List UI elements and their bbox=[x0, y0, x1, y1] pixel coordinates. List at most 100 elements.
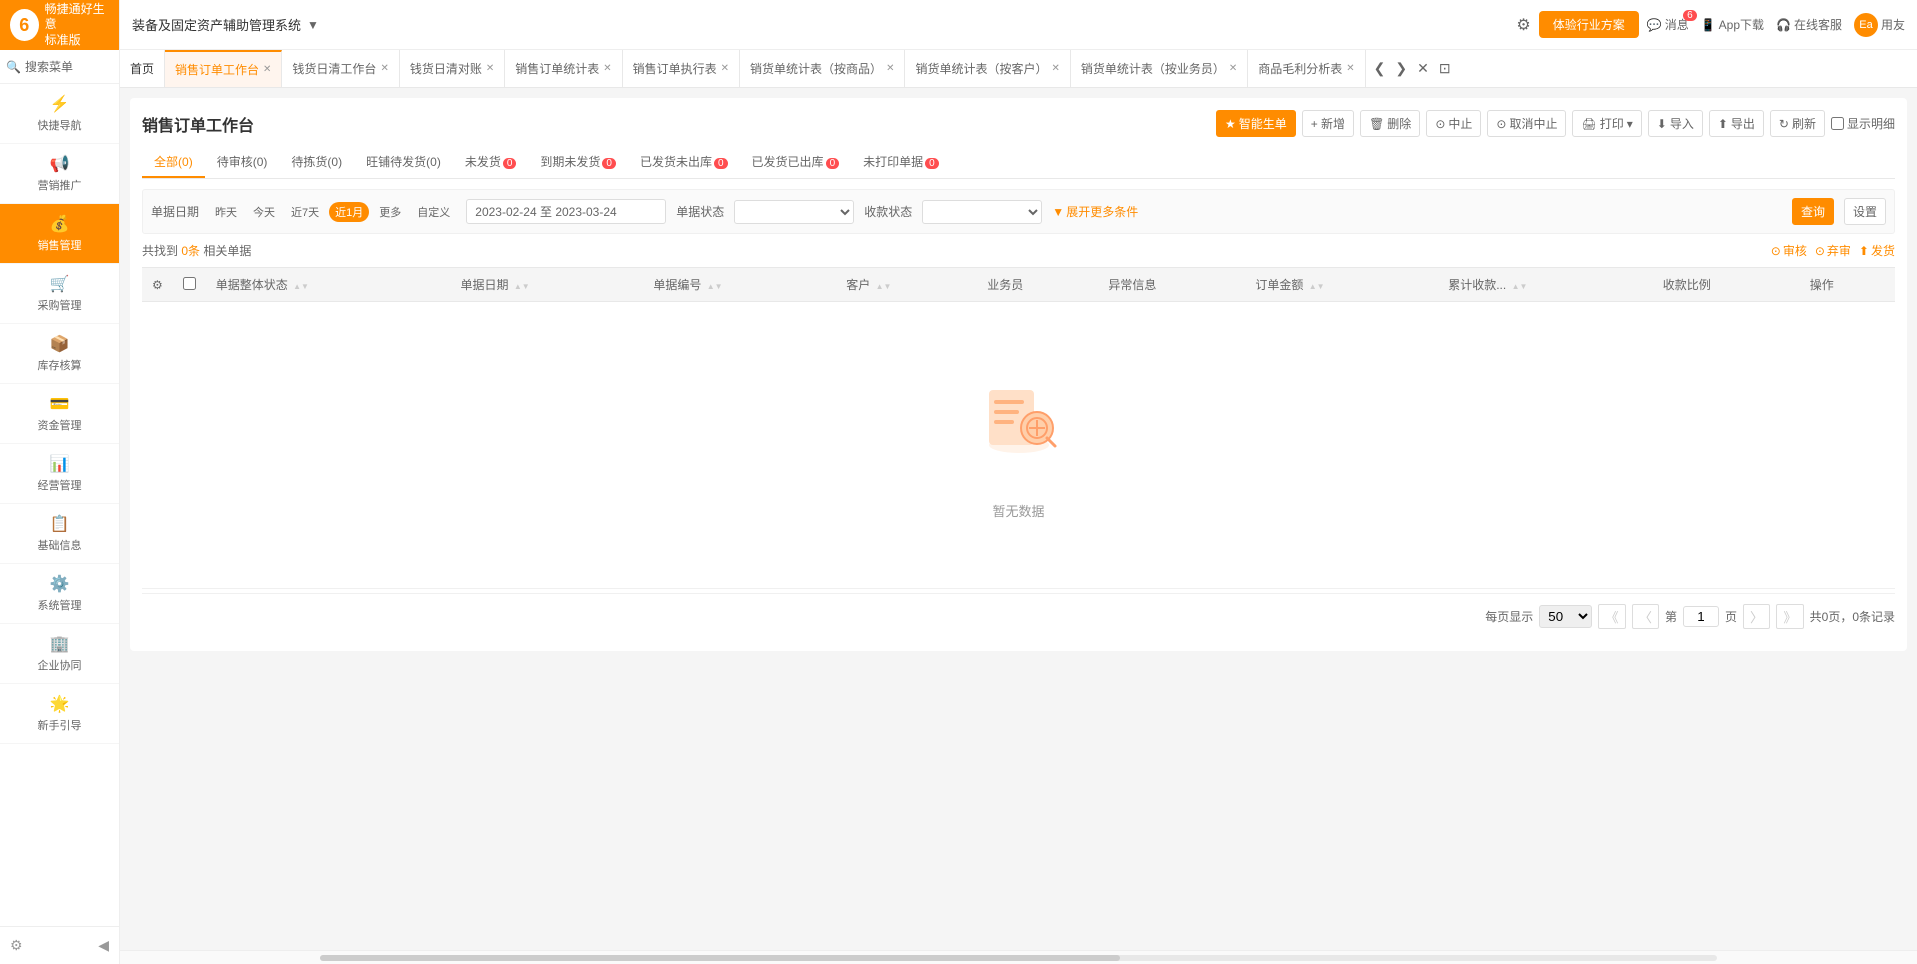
scroll-thumb[interactable] bbox=[320, 955, 1120, 961]
last-page-btn[interactable]: 》 bbox=[1776, 604, 1803, 629]
settings-icon[interactable]: ⚙ bbox=[10, 937, 23, 954]
filter-tab-not-printed[interactable]: 未打印单据0 bbox=[851, 147, 951, 178]
tab-close-cash-reconcile[interactable]: ✕ bbox=[486, 63, 494, 74]
scroll-track bbox=[320, 955, 1717, 961]
sidebar-item-finance[interactable]: 💳 资金管理 bbox=[0, 384, 119, 444]
tab-product-margin[interactable]: 商品毛利分析表 ✕ bbox=[1248, 50, 1365, 88]
sidebar-item-sales[interactable]: 💰 销售管理 bbox=[0, 204, 119, 264]
prev-page-btn[interactable]: 〈 bbox=[1632, 604, 1659, 629]
tab-sales-order-workspace[interactable]: 销售订单工作台 ✕ bbox=[165, 50, 282, 88]
th-date[interactable]: 单据日期 ▲▼ bbox=[451, 268, 644, 302]
sidebar-item-basic-info[interactable]: 📋 基础信息 bbox=[0, 504, 119, 564]
sidebar-item-purchase[interactable]: 🛒 采购管理 bbox=[0, 264, 119, 324]
date-btn-7days[interactable]: 近7天 bbox=[285, 202, 325, 222]
first-page-btn[interactable]: 《 bbox=[1598, 604, 1625, 629]
tab-close-sales-summary-product[interactable]: ✕ bbox=[886, 63, 894, 74]
query-btn[interactable]: 查询 bbox=[1792, 198, 1834, 225]
payment-filter-select[interactable] bbox=[922, 200, 1042, 224]
tab-sales-summary-customer[interactable]: 销货单统计表（按客户） ✕ bbox=[905, 50, 1070, 88]
th-checkbox[interactable] bbox=[173, 268, 206, 302]
batch-ship-btn[interactable]: ⬆ 发货 bbox=[1859, 242, 1895, 259]
th-collected[interactable]: 累计收款... ▲▼ bbox=[1438, 268, 1652, 302]
tab-close-product-margin[interactable]: ✕ bbox=[1346, 63, 1354, 74]
tab-overflow-next[interactable]: ❯ bbox=[1391, 58, 1411, 79]
tab-overflow-prev[interactable]: ❮ bbox=[1370, 58, 1390, 79]
message-btn[interactable]: 💬 6 消息 bbox=[1647, 16, 1689, 33]
tab-overflow-close[interactable]: ✕ bbox=[1413, 58, 1433, 79]
tab-close-sales-order[interactable]: ✕ bbox=[263, 64, 271, 75]
per-page-select[interactable]: 50 20 100 bbox=[1539, 605, 1592, 628]
pause-btn[interactable]: ⊙ 中止 bbox=[1426, 110, 1481, 137]
batch-review-btn[interactable]: ⊙ 审核 bbox=[1771, 242, 1807, 259]
tab-close-sales-summary-staff[interactable]: ✕ bbox=[1229, 63, 1237, 74]
sidebar-item-inventory[interactable]: 📦 库存核算 bbox=[0, 324, 119, 384]
date-btn-today[interactable]: 今天 bbox=[247, 202, 281, 222]
expand-conditions-btn[interactable]: ▼ 展开更多条件 bbox=[1052, 203, 1138, 220]
th-amount[interactable]: 订单金额 ▲▼ bbox=[1245, 268, 1438, 302]
sidebar-item-operations[interactable]: 📊 经营管理 bbox=[0, 444, 119, 504]
tab-sales-exec[interactable]: 销售订单执行表 ✕ bbox=[623, 50, 740, 88]
sidebar-item-quick-nav[interactable]: ⚡ 快捷导航 bbox=[0, 84, 119, 144]
sort-icon-collected: ▲▼ bbox=[1512, 282, 1528, 291]
app-download-btn[interactable]: 📱 App下载 bbox=[1701, 16, 1764, 33]
tab-sales-stats[interactable]: 销售订单统计表 ✕ bbox=[505, 50, 622, 88]
cancel-pause-btn[interactable]: ⊙ 取消中止 bbox=[1487, 110, 1566, 137]
bottom-scrollbar[interactable] bbox=[120, 950, 1917, 964]
sidebar-item-enterprise[interactable]: 🏢 企业协同 bbox=[0, 624, 119, 684]
add-btn[interactable]: + 新增 bbox=[1302, 110, 1354, 137]
filter-settings-btn[interactable]: 设置 bbox=[1844, 198, 1886, 225]
th-status[interactable]: 单据整体状态 ▲▼ bbox=[206, 268, 451, 302]
tab-close-sales-summary-customer[interactable]: ✕ bbox=[1051, 63, 1059, 74]
tab-sales-summary-staff[interactable]: 销货单统计表（按业务员） ✕ bbox=[1071, 50, 1248, 88]
sidebar-item-guide[interactable]: 🌟 新手引导 bbox=[0, 684, 119, 744]
tab-home[interactable]: 首页 bbox=[120, 50, 165, 88]
filter-tab-unshipped[interactable]: 未发货0 bbox=[453, 147, 529, 178]
page-number-input[interactable] bbox=[1683, 606, 1719, 627]
filter-tab-shipped-not-out[interactable]: 已发货未出库0 bbox=[628, 147, 740, 178]
th-setting[interactable]: ⚙ bbox=[142, 268, 173, 302]
th-number[interactable]: 单据编号 ▲▼ bbox=[643, 268, 836, 302]
system-dropdown[interactable]: ▼ bbox=[307, 18, 319, 32]
next-page-btn[interactable]: 〉 bbox=[1743, 604, 1770, 629]
import-btn[interactable]: ⬇ 导入 bbox=[1648, 110, 1703, 137]
date-btn-custom[interactable]: 自定义 bbox=[411, 202, 456, 222]
topbar: 装备及固定资产辅助管理系统 ▼ ⚙ 体验行业方案 💬 6 消息 📱 App下载 … bbox=[120, 0, 1917, 50]
filter-tab-all[interactable]: 全部(0) bbox=[142, 147, 205, 178]
filter-tab-pending-inspect[interactable]: 待拣货(0) bbox=[279, 147, 354, 178]
sidebar: 6 畅捷通好生意 标准版 🔍 搜索菜单 ⚡ 快捷导航 📢 营销推广 💰 销售管理… bbox=[0, 0, 120, 964]
sidebar-search[interactable]: 🔍 搜索菜单 bbox=[0, 50, 119, 84]
topbar-gear-icon[interactable]: ⚙ bbox=[1516, 15, 1530, 35]
tab-close-cash-daily[interactable]: ✕ bbox=[380, 63, 388, 74]
service-btn[interactable]: 🎧 在线客服 bbox=[1776, 16, 1842, 33]
sidebar-item-system[interactable]: ⚙️ 系统管理 bbox=[0, 564, 119, 624]
th-customer[interactable]: 客户 ▲▼ bbox=[836, 268, 977, 302]
delete-btn[interactable]: 🗑 删除 bbox=[1360, 110, 1420, 137]
industry-btn[interactable]: 体验行业方案 bbox=[1539, 11, 1639, 38]
date-btn-yesterday[interactable]: 昨天 bbox=[209, 202, 243, 222]
date-btn-1month[interactable]: 近1月 bbox=[329, 202, 369, 222]
filter-tab-overdue-unshipped[interactable]: 到期未发货0 bbox=[528, 147, 628, 178]
tab-sales-summary-product[interactable]: 销货单统计表（按商品） ✕ bbox=[740, 50, 905, 88]
tab-overflow-expand[interactable]: ⊡ bbox=[1435, 58, 1455, 79]
export-btn[interactable]: ⬆ 导出 bbox=[1709, 110, 1764, 137]
select-all-checkbox[interactable] bbox=[183, 277, 196, 290]
date-range-input[interactable]: 2023-02-24 至 2023-03-24 bbox=[466, 199, 666, 224]
batch-cancel-review-btn[interactable]: ⊙ 弃审 bbox=[1815, 242, 1851, 259]
tab-cash-reconcile[interactable]: 钱货日清对账 ✕ bbox=[400, 50, 505, 88]
show-detail-checkbox[interactable] bbox=[1831, 117, 1844, 130]
smart-create-btn[interactable]: ★ 智能生单 bbox=[1216, 110, 1296, 137]
tab-cash-daily[interactable]: 钱货日清工作台 ✕ bbox=[282, 50, 399, 88]
sidebar-item-marketing[interactable]: 📢 营销推广 bbox=[0, 144, 119, 204]
tab-close-sales-exec[interactable]: ✕ bbox=[721, 63, 729, 74]
filter-tab-wangpu[interactable]: 旺铺待发货(0) bbox=[354, 147, 453, 178]
collapse-icon[interactable]: ◀ bbox=[98, 937, 109, 954]
status-filter-select[interactable] bbox=[734, 200, 854, 224]
ship-icon: ⬆ bbox=[1859, 244, 1869, 258]
print-btn[interactable]: 🖨 打印 ▾ bbox=[1572, 110, 1641, 137]
filter-tab-pending-review[interactable]: 待审核(0) bbox=[205, 147, 280, 178]
tab-close-sales-stats[interactable]: ✕ bbox=[603, 63, 611, 74]
user-btn[interactable]: Ea 用友 bbox=[1854, 13, 1905, 37]
filter-tab-shipped-out[interactable]: 已发货已出库0 bbox=[740, 147, 852, 178]
date-btn-more[interactable]: 更多 bbox=[373, 202, 407, 222]
refresh-btn[interactable]: ↻ 刷新 bbox=[1770, 110, 1825, 137]
